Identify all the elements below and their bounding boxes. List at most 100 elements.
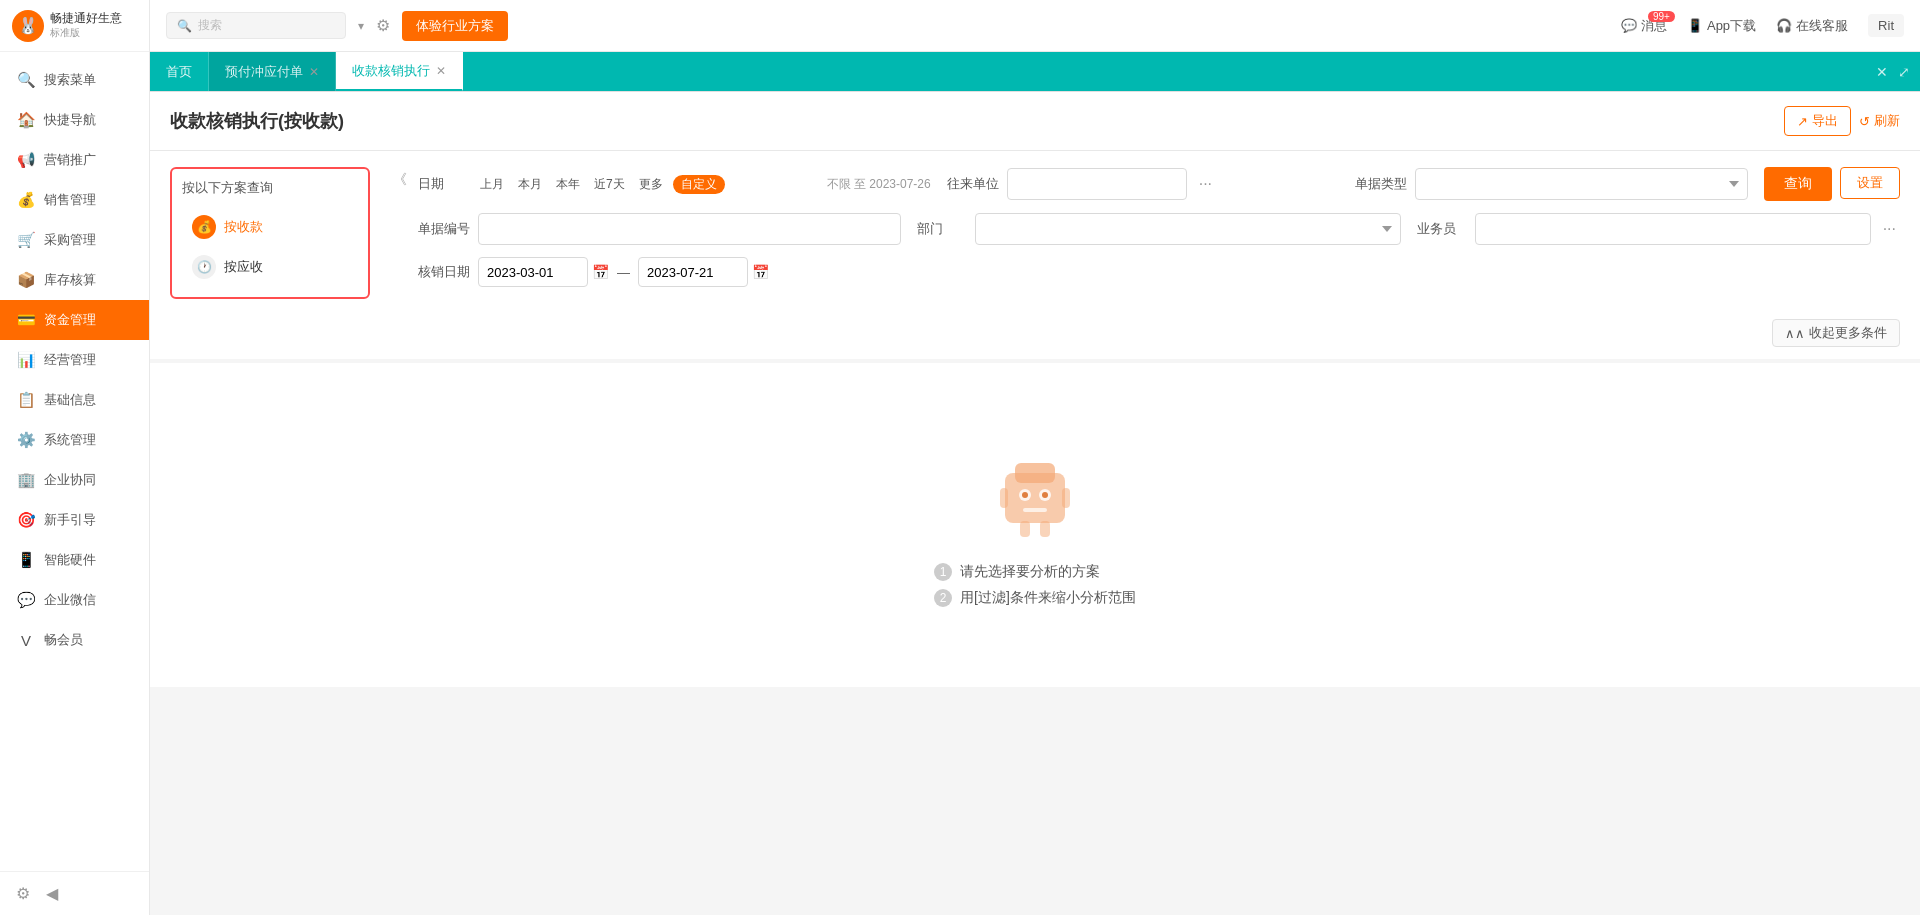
export-button[interactable]: ↗ 导出: [1784, 106, 1851, 136]
app-download-action[interactable]: 📱 App下载: [1687, 17, 1756, 35]
by-receivable-label: 按应收: [224, 258, 263, 276]
collapse-icon: ∧∧: [1785, 326, 1805, 341]
doc-num-label: 单据编号: [418, 220, 470, 238]
svg-rect-10: [1040, 521, 1050, 537]
tab-controls: ✕ ⤢: [1866, 52, 1920, 91]
writeoff-date-field: 核销日期 📅 — 📅: [418, 257, 1900, 287]
tab-home[interactable]: 首页: [150, 52, 209, 91]
partner-label: 往来单位: [947, 175, 999, 193]
staff-dots-icon[interactable]: ···: [1879, 220, 1900, 238]
svg-rect-6: [1023, 508, 1047, 512]
topbar-chevron-icon[interactable]: ▾: [358, 19, 364, 33]
filter-left-panel: 按以下方案查询 💰 按收款 🕐 按应收: [170, 167, 370, 299]
sidebar-item-weixin[interactable]: 💬 企业微信: [0, 580, 149, 620]
marketing-icon: 📢: [16, 150, 36, 170]
tip-num-2: 2: [934, 589, 952, 607]
date-7days-btn[interactable]: 近7天: [590, 174, 629, 195]
sidebar-item-basic-info[interactable]: 📋 基础信息: [0, 380, 149, 420]
by-receipt-icon: 💰: [192, 215, 216, 239]
message-action[interactable]: 💬 消息 99+: [1621, 17, 1667, 35]
topbar-actions: 💬 消息 99+ 📱 App下载 🎧 在线客服 Rit: [1621, 14, 1904, 37]
date-field: 日期 上月 本月 本年 近7天 更多 自定义: [418, 174, 811, 195]
filter-option-by-receivable[interactable]: 🕐 按应收: [182, 247, 358, 287]
doc-num-input[interactable]: [478, 213, 901, 245]
filter-row-2: 单据编号 部门 业务员 ···: [418, 213, 1900, 245]
dept-label: 部门: [917, 220, 967, 238]
sidebar-menu: 🔍 搜索菜单 🏠 快捷导航 📢 营销推广 💰 销售管理 🛒 采购管理 📦 库存核…: [0, 52, 149, 871]
sidebar-item-member[interactable]: V 畅会员: [0, 620, 149, 660]
purchase-icon: 🛒: [16, 230, 36, 250]
filter-form: 日期 上月 本月 本年 近7天 更多 自定义 不限 至 2023-07-26 往…: [418, 167, 1900, 299]
sidebar-item-label: 畅会员: [44, 631, 83, 649]
doc-num-field: 单据编号: [418, 213, 901, 245]
sidebar-collapse-icon[interactable]: ◀: [46, 884, 58, 903]
refresh-button[interactable]: ↺ 刷新: [1859, 112, 1900, 130]
date-quick-group: 上月 本月 本年 近7天 更多 自定义: [476, 174, 725, 195]
app-download-label: App下载: [1707, 17, 1756, 35]
svg-rect-8: [1062, 488, 1070, 508]
tip-text-1: 请先选择要分析的方案: [960, 563, 1100, 581]
date-label: 日期: [418, 175, 468, 193]
app-download-icon: 📱: [1687, 18, 1703, 33]
tab-writeoff-close-icon[interactable]: ✕: [436, 64, 446, 78]
writeoff-date-end-cal-icon[interactable]: 📅: [752, 264, 769, 280]
query-button[interactable]: 查询: [1764, 167, 1832, 201]
sidebar-item-search-menu[interactable]: 🔍 搜索菜单: [0, 60, 149, 100]
topbar-search[interactable]: 🔍 搜索: [166, 12, 346, 39]
user-name[interactable]: Rit: [1868, 14, 1904, 37]
sidebar-item-sales[interactable]: 💰 销售管理: [0, 180, 149, 220]
hardware-icon: 📱: [16, 550, 36, 570]
staff-input[interactable]: [1475, 213, 1871, 245]
partner-input[interactable]: [1007, 168, 1187, 200]
solution-button[interactable]: 体验行业方案: [402, 11, 508, 41]
doc-type-select[interactable]: [1415, 168, 1748, 200]
more-conditions-bar: ∧∧ 收起更多条件: [150, 315, 1920, 359]
sidebar-item-enterprise[interactable]: 🏢 企业协同: [0, 460, 149, 500]
tab-home-label: 首页: [166, 63, 192, 81]
sidebar-item-guide[interactable]: 🎯 新手引导: [0, 500, 149, 540]
page-header-actions: ↗ 导出 ↺ 刷新: [1784, 106, 1900, 150]
filter-option-by-receipt[interactable]: 💰 按收款: [182, 207, 358, 247]
sidebar-item-system[interactable]: ⚙️ 系统管理: [0, 420, 149, 460]
export-label: 导出: [1812, 112, 1838, 130]
collapse-more-button[interactable]: ∧∧ 收起更多条件: [1772, 319, 1900, 347]
customer-service-action[interactable]: 🎧 在线客服: [1776, 17, 1848, 35]
date-more-btn[interactable]: 更多: [635, 174, 667, 195]
svg-rect-9: [1020, 521, 1030, 537]
message-icon: 💬: [1621, 18, 1637, 33]
sidebar-item-label: 基础信息: [44, 391, 96, 409]
filter-collapse-button[interactable]: 《: [390, 167, 410, 299]
sidebar: 🐰 畅捷通好生意 标准版 🔍 搜索菜单 🏠 快捷导航 📢 营销推广 💰 销售管理…: [0, 0, 150, 915]
service-label: 在线客服: [1796, 17, 1848, 35]
writeoff-date-start-cal-icon[interactable]: 📅: [592, 264, 609, 280]
date-this-year-btn[interactable]: 本年: [552, 174, 584, 195]
dept-select[interactable]: [975, 213, 1400, 245]
sidebar-settings-icon[interactable]: ⚙: [16, 884, 30, 903]
sidebar-item-label: 销售管理: [44, 191, 96, 209]
tab-close-all-icon[interactable]: ✕: [1876, 64, 1888, 80]
writeoff-date-end-input[interactable]: [638, 257, 748, 287]
sidebar-item-finance[interactable]: 💳 资金管理: [0, 300, 149, 340]
tip-num-1: 1: [934, 563, 952, 581]
topbar-gear-icon[interactable]: ⚙: [376, 16, 390, 35]
sidebar-item-hardware[interactable]: 📱 智能硬件: [0, 540, 149, 580]
sidebar-item-operations[interactable]: 📊 经营管理: [0, 340, 149, 380]
tab-expand-icon[interactable]: ⤢: [1898, 64, 1910, 80]
sidebar-item-label: 采购管理: [44, 231, 96, 249]
tab-prepay-close-icon[interactable]: ✕: [309, 65, 319, 79]
tab-prepay[interactable]: 预付冲应付单 ✕: [209, 52, 336, 91]
settings-button[interactable]: 设置: [1840, 167, 1900, 199]
tip-text-2: 用[过滤]条件来缩小分析范围: [960, 589, 1136, 607]
sidebar-item-marketing[interactable]: 📢 营销推广: [0, 140, 149, 180]
filter-left-title: 按以下方案查询: [182, 179, 358, 197]
sidebar-item-quick-nav[interactable]: 🏠 快捷导航: [0, 100, 149, 140]
writeoff-date-start-input[interactable]: [478, 257, 588, 287]
partner-dots-icon[interactable]: ···: [1195, 175, 1216, 193]
sidebar-item-inventory[interactable]: 📦 库存核算: [0, 260, 149, 300]
date-prev-month-btn[interactable]: 上月: [476, 174, 508, 195]
date-custom-badge[interactable]: 自定义: [673, 175, 725, 194]
sidebar-item-purchase[interactable]: 🛒 采购管理: [0, 220, 149, 260]
tab-receivable-writeoff[interactable]: 收款核销执行 ✕: [336, 52, 463, 91]
date-this-month-btn[interactable]: 本月: [514, 174, 546, 195]
tab-prepay-label: 预付冲应付单: [225, 63, 303, 81]
